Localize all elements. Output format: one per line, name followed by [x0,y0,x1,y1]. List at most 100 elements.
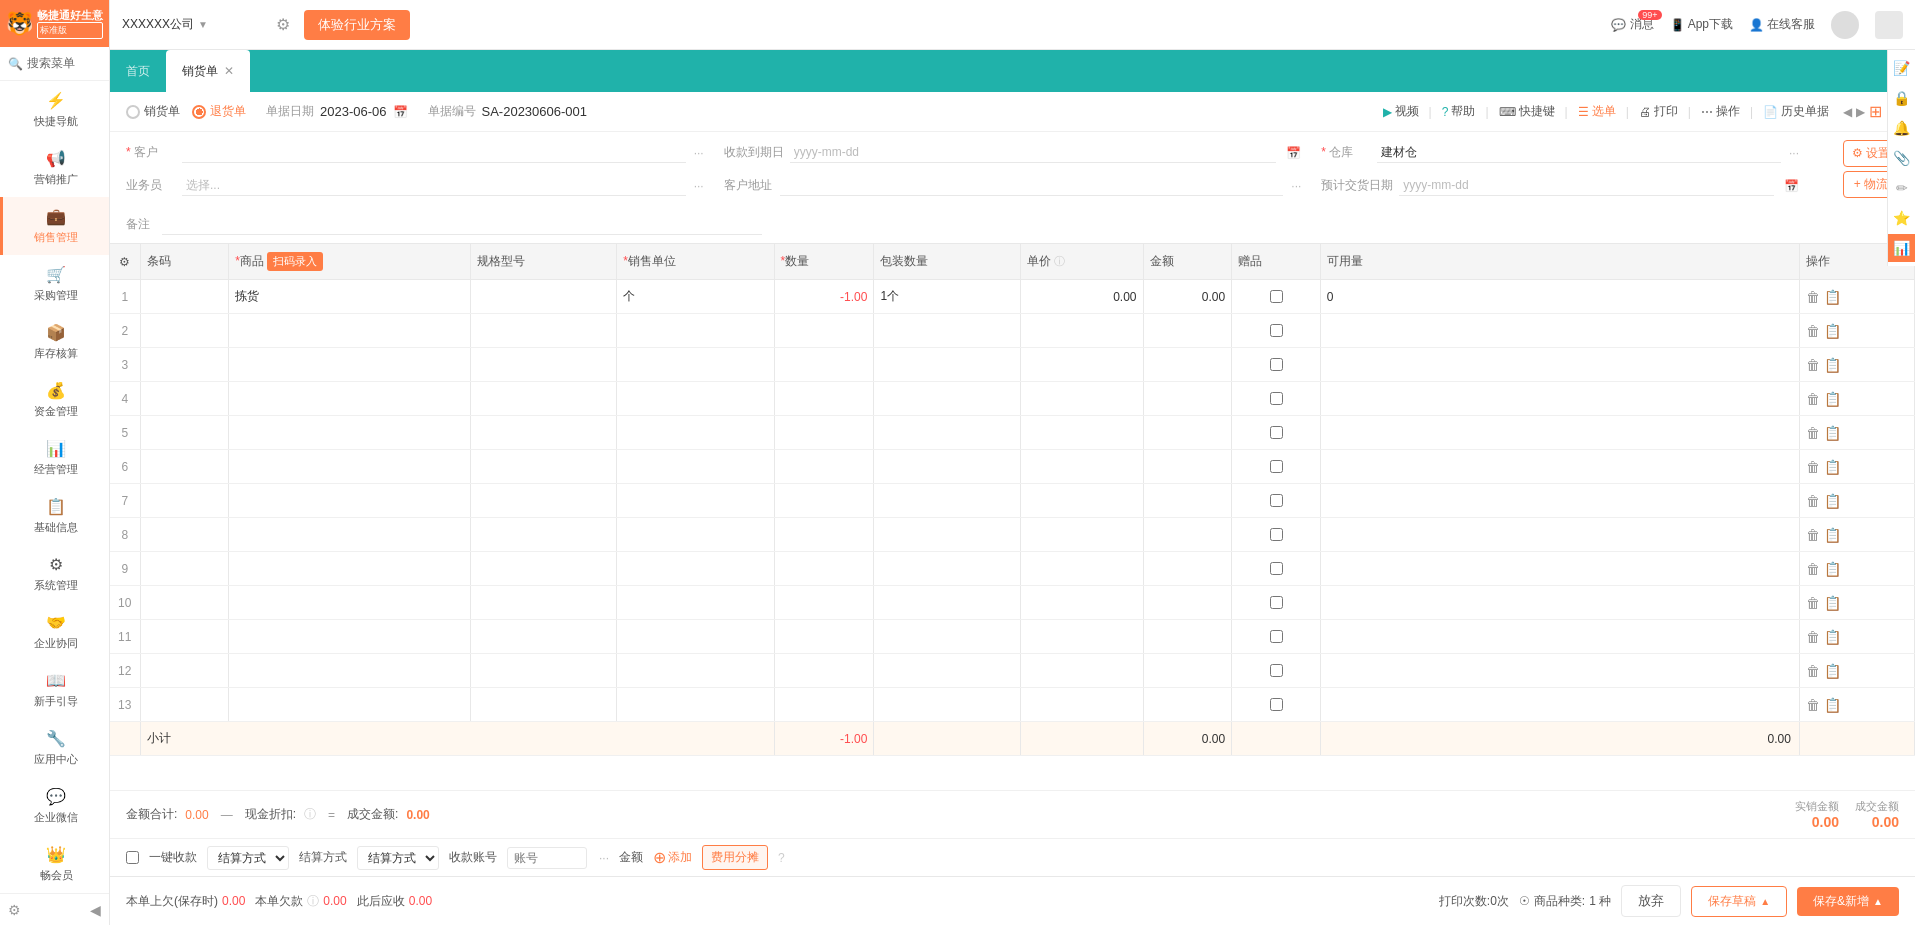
action-print[interactable]: 🖨 打印 [1639,103,1678,120]
salesperson-label: 业务员 [126,177,176,194]
action-history[interactable]: 📄 历史单据 [1763,103,1829,120]
action-select[interactable]: ☰ 选单 [1578,103,1616,120]
action-video[interactable]: ▶ 视频 [1383,103,1419,120]
expense-split-button[interactable]: 费用分摊 [702,845,768,870]
user-menu[interactable] [1875,11,1903,39]
warehouse-more-icon[interactable]: ··· [1789,146,1799,160]
row-1-unit[interactable]: 个 [617,280,774,314]
tab-home[interactable]: 首页 [110,50,166,92]
customer-input[interactable] [182,142,686,163]
sidebar-item-enterprise[interactable]: 🤝 企业协同 [0,603,109,661]
side-panel-icon-5[interactable]: ✏ [1888,174,1916,202]
notes-input[interactable] [162,214,762,235]
warehouse-input[interactable] [1377,142,1781,163]
side-panel-icon-7[interactable]: 📊 [1888,234,1916,262]
discard-button[interactable]: 放弃 [1621,885,1681,917]
scan-button[interactable]: 扫码录入 [267,252,323,271]
doc-date-value: 2023-06-06 [320,104,387,119]
sidebar-item-apps[interactable]: 🔧 应用中心 [0,719,109,777]
settings-icon[interactable]: ⚙ [276,15,290,34]
side-panel-icon-2[interactable]: 🔒 [1888,84,1916,112]
next-icon[interactable]: ▶ [1856,105,1865,119]
sidebar-item-purchase[interactable]: 🛒 采购管理 [0,255,109,313]
sidebar-item-inventory[interactable]: 📦 库存核算 [0,313,109,371]
col-amount: 金额 [1143,244,1232,280]
customer-more-icon[interactable]: ··· [694,146,704,160]
payment-help-icon[interactable]: ? [778,851,785,865]
account-number-input[interactable] [507,847,587,869]
row-1-amount[interactable]: 0.00 [1143,280,1232,314]
account-select[interactable]: 结算方式 [357,846,439,870]
sidebar-item-system[interactable]: ⚙ 系统管理 [0,545,109,603]
due-date-calendar-icon[interactable]: 📅 [1286,146,1301,160]
settings-gear-icon[interactable]: ⚙ [8,902,21,918]
side-panel-icon-3[interactable]: 🔔 [1888,114,1916,142]
grid-view-icon[interactable]: ⊞ [1869,102,1882,121]
row-1-pack-qty[interactable]: 1个 [874,280,1020,314]
save-draft-button[interactable]: 保存草稿 ▲ [1691,886,1787,917]
total-owe-help[interactable]: ⓘ [307,893,319,910]
row-1-spec[interactable] [471,280,617,314]
row-1-barcode[interactable] [140,280,229,314]
message-button[interactable]: 💬 消息 99+ [1611,16,1654,33]
sidebar-item-wechat[interactable]: 💬 企业微信 [0,777,109,835]
side-panel-icon-6[interactable]: ⭐ [1888,204,1916,232]
enterprise-icon: 🤝 [46,613,66,632]
expected-calendar-icon[interactable]: 📅 [1784,179,1799,193]
sidebar-item-basics[interactable]: 📋 基础信息 [0,487,109,545]
sidebar-item-marketing[interactable]: 📢 营销推广 [0,139,109,197]
account-more-icon[interactable]: ··· [599,851,609,865]
settlement-method-select[interactable]: 结算方式 [207,846,289,870]
expected-date-input[interactable] [1399,175,1774,196]
save-new-button[interactable]: 保存&新增 ▲ [1797,887,1899,916]
row-1-gift-checkbox[interactable] [1270,290,1283,303]
sidebar-item-search[interactable]: 🔍 搜索菜单 [0,47,109,81]
trial-button[interactable]: 体验行业方案 [304,10,410,40]
radio-return-order[interactable]: 退货单 [192,103,246,120]
tab-sales-label: 销货单 [182,63,218,80]
action-shortcut[interactable]: ⌨ 快捷键 [1499,103,1555,120]
sidebar-item-finance[interactable]: 💰 资金管理 [0,371,109,429]
salesperson-more-icon[interactable]: ··· [694,179,704,193]
address-more-icon[interactable]: ··· [1291,179,1301,193]
side-panel-icon-4[interactable]: 📎 [1888,144,1916,172]
save-new-dropdown-icon[interactable]: ▲ [1873,896,1883,907]
row-1-product[interactable]: 拣货 [229,280,471,314]
row-1-quantity[interactable]: -1.00 [774,280,874,314]
online-service-button[interactable]: 👤 在线客服 [1749,16,1815,33]
date-calendar-icon[interactable]: 📅 [393,105,408,119]
radio-sales-dot [126,105,140,119]
save-draft-dropdown-icon[interactable]: ▲ [1760,896,1770,907]
sidebar-item-membership[interactable]: 👑 畅会员 [0,835,109,893]
side-panel-icon-1[interactable]: 📝 [1888,54,1916,82]
sidebar-item-quick-nav[interactable]: ⚡ 快捷导航 [0,81,109,139]
row-1-price[interactable]: 0.00 [1020,280,1143,314]
customer-address-input[interactable] [780,175,1284,196]
prev-icon[interactable]: ◀ [1843,105,1852,119]
one-click-payment-checkbox[interactable] [126,851,139,864]
add-payment-button[interactable]: ⊕ 添加 [653,848,692,867]
col-gear[interactable]: ⚙ [110,244,140,280]
product-type-checkbox[interactable]: ☉ [1519,894,1530,908]
sidebar-item-sales[interactable]: 💼 销售管理 [0,197,109,255]
due-date-input[interactable] [790,142,1277,163]
sidebar-item-guide[interactable]: 📖 新手引导 [0,661,109,719]
row-1-delete-icon[interactable]: 🗑 [1806,289,1820,305]
tab-sales-order[interactable]: 销货单 ✕ [166,50,250,92]
collapse-icon[interactable]: ◀ [90,902,101,918]
tab-close-icon[interactable]: ✕ [224,64,234,78]
company-selector[interactable]: XXXXXX公司 ▼ [122,16,262,33]
row-2-gift-checkbox[interactable] [1270,324,1283,337]
discount-help-icon[interactable]: ⓘ [304,806,316,823]
action-help[interactable]: ? 帮助 [1442,103,1476,120]
user-avatar[interactable] [1831,11,1859,39]
radio-sales-order[interactable]: 销货单 [126,103,180,120]
salesperson-input[interactable] [182,175,686,196]
sidebar-item-operations[interactable]: 📊 经营管理 [0,429,109,487]
app-download-button[interactable]: 📱 App下载 [1670,16,1733,33]
row-1-gift[interactable] [1232,280,1321,314]
row-1-copy-icon[interactable]: 📋 [1824,289,1841,305]
row-2-copy-icon[interactable]: 📋 [1824,323,1841,339]
row-2-delete-icon[interactable]: 🗑 [1806,323,1820,339]
action-operation[interactable]: ⋯ 操作 [1701,103,1740,120]
